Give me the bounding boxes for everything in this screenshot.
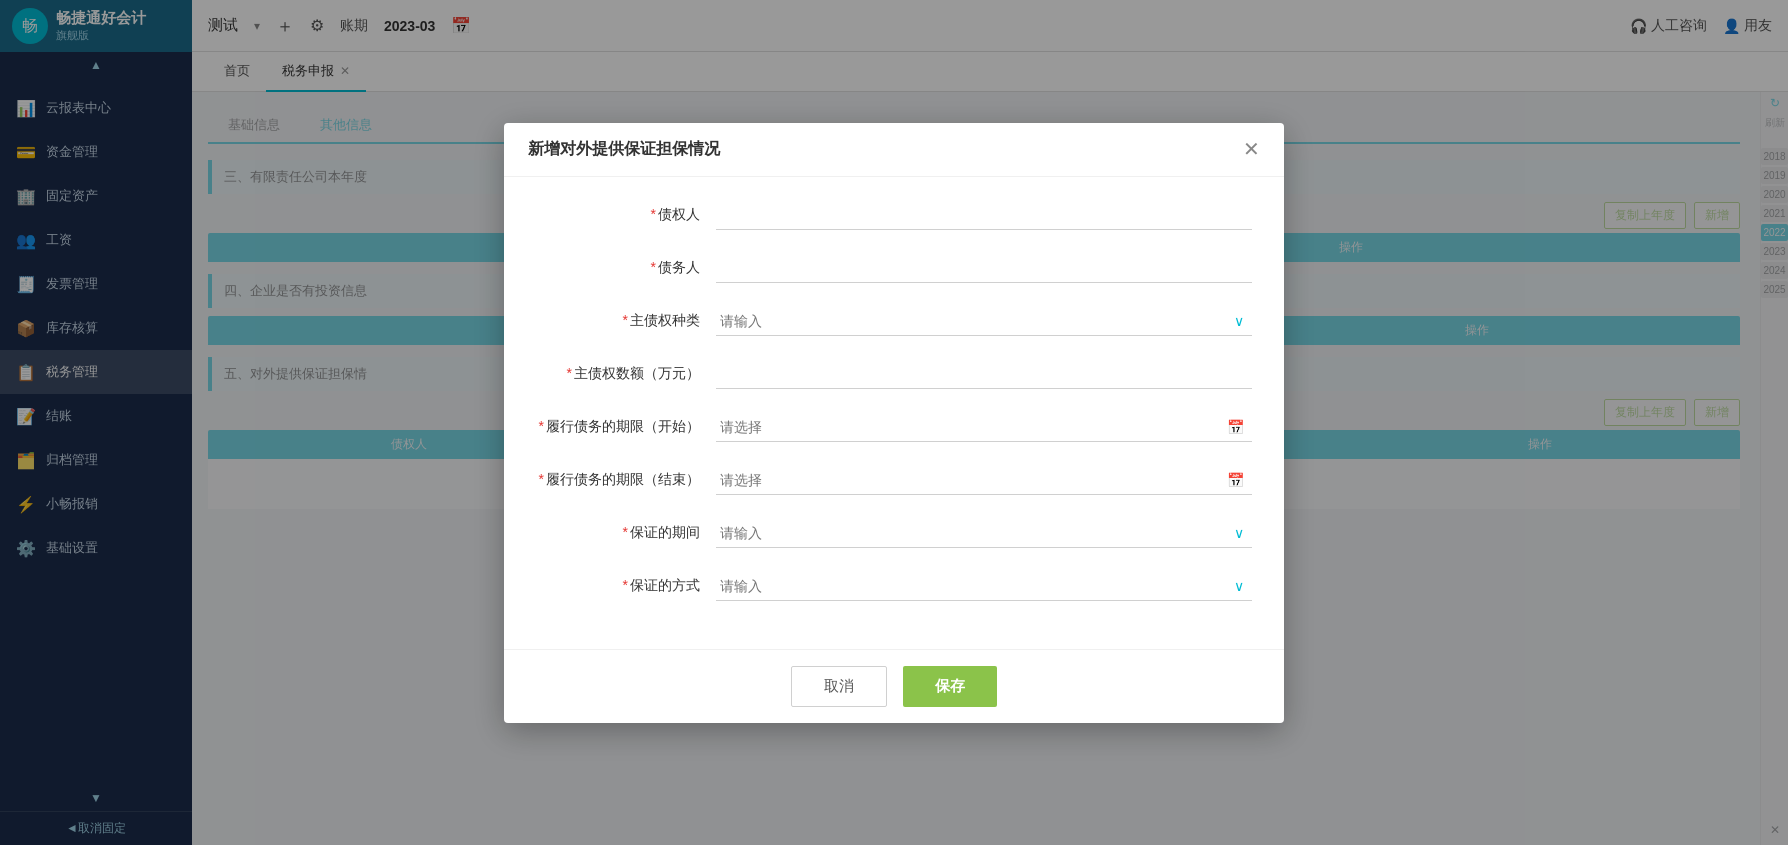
input-zhaiwuren[interactable] [716,254,1252,283]
field-zhaiquanren: *债权人 [536,201,1252,230]
modal-overlay: 新增对外提供保证担保情况 ✕ *债权人 [192,92,1788,845]
field-lv-start: *履行债务的期限（开始） 📅 [536,413,1252,442]
chevron-down-icon-type[interactable]: ∨ [1226,313,1252,329]
modal-title: 新增对外提供保证担保情况 [528,139,720,160]
field-lv-end: *履行债务的期限（结束） 📅 [536,466,1252,495]
label-zhuzhaiquan-amount: *主债权数额（万元） [536,365,716,383]
input-zhuzhaiquan-amount[interactable] [716,360,1252,389]
modal-body: *债权人 *债务人 [504,177,1284,649]
field-baozheng-method: *保证的方式 ∨ [536,572,1252,601]
label-zhuzhaiquan-type: *主债权种类 [536,312,716,330]
field-baozheng-period: *保证的期间 ∨ [536,519,1252,548]
label-lv-start: *履行债务的期限（开始） [536,418,716,436]
input-zhaiquanren[interactable] [716,201,1252,230]
modal-footer: 取消 保存 [504,649,1284,723]
save-button[interactable]: 保存 [903,666,997,707]
chevron-down-icon-method[interactable]: ∨ [1226,578,1252,594]
modal-header: 新增对外提供保证担保情况 ✕ [504,123,1284,177]
field-zhaiwuren: *债务人 [536,254,1252,283]
date-lv-start-wrapper: 📅 [716,413,1252,442]
select-zhuzhaiquan-type[interactable] [716,307,1226,335]
label-baozheng-period-text: 保证的期间 [630,524,700,540]
label-zhuzhaiquan-amount-text: 主债权数额（万元） [574,365,700,381]
cancel-button[interactable]: 取消 [791,666,887,707]
label-lv-end-text: 履行债务的期限（结束） [546,471,700,487]
modal-dialog: 新增对外提供保证担保情况 ✕ *债权人 [504,123,1284,723]
modal-close-btn[interactable]: ✕ [1243,139,1260,159]
label-zhaiwuren: *债务人 [536,259,716,277]
date-lv-end[interactable] [716,466,1219,494]
select-baozheng-period-wrapper: ∨ [716,519,1252,548]
label-baozheng-method: *保证的方式 [536,577,716,595]
label-zhaiwuren-text: 债务人 [658,259,700,275]
calendar-icon-start[interactable]: 📅 [1219,419,1252,435]
date-lv-start[interactable] [716,413,1219,441]
label-lv-start-text: 履行债务的期限（开始） [546,418,700,434]
select-baozheng-period[interactable] [716,519,1226,547]
app-container: 畅 畅捷通好会计 旗舰版 ▲ 📊 云报表中心 💳 资金管理 🏢 固定资产 👥 [0,0,1788,845]
label-zhuzhaiquan-type-text: 主债权种类 [630,312,700,328]
label-baozheng-period: *保证的期间 [536,524,716,542]
calendar-icon-end[interactable]: 📅 [1219,472,1252,488]
field-zhuzhaiquan-type: *主债权种类 ∨ [536,307,1252,336]
chevron-down-icon-period[interactable]: ∨ [1226,525,1252,541]
label-baozheng-method-text: 保证的方式 [630,577,700,593]
field-zhuzhaiquan-amount: *主债权数额（万元） [536,360,1252,389]
date-lv-end-wrapper: 📅 [716,466,1252,495]
label-zhaiquanren: *债权人 [536,206,716,224]
page-wrapper: ↻ 刷新 2018 2019 2020 2021 2022 2023 2024 … [192,92,1788,845]
select-zhuzhaiquan-type-wrapper: ∨ [716,307,1252,336]
select-baozheng-method-wrapper: ∨ [716,572,1252,601]
select-baozheng-method[interactable] [716,572,1226,600]
label-lv-end: *履行债务的期限（结束） [536,471,716,489]
label-zhaiquanren-text: 债权人 [658,206,700,222]
main-area: 测试 ▾ ＋ ⚙ 账期 2023-03 📅 🎧 人工咨询 👤 用友 首页 [192,0,1788,845]
